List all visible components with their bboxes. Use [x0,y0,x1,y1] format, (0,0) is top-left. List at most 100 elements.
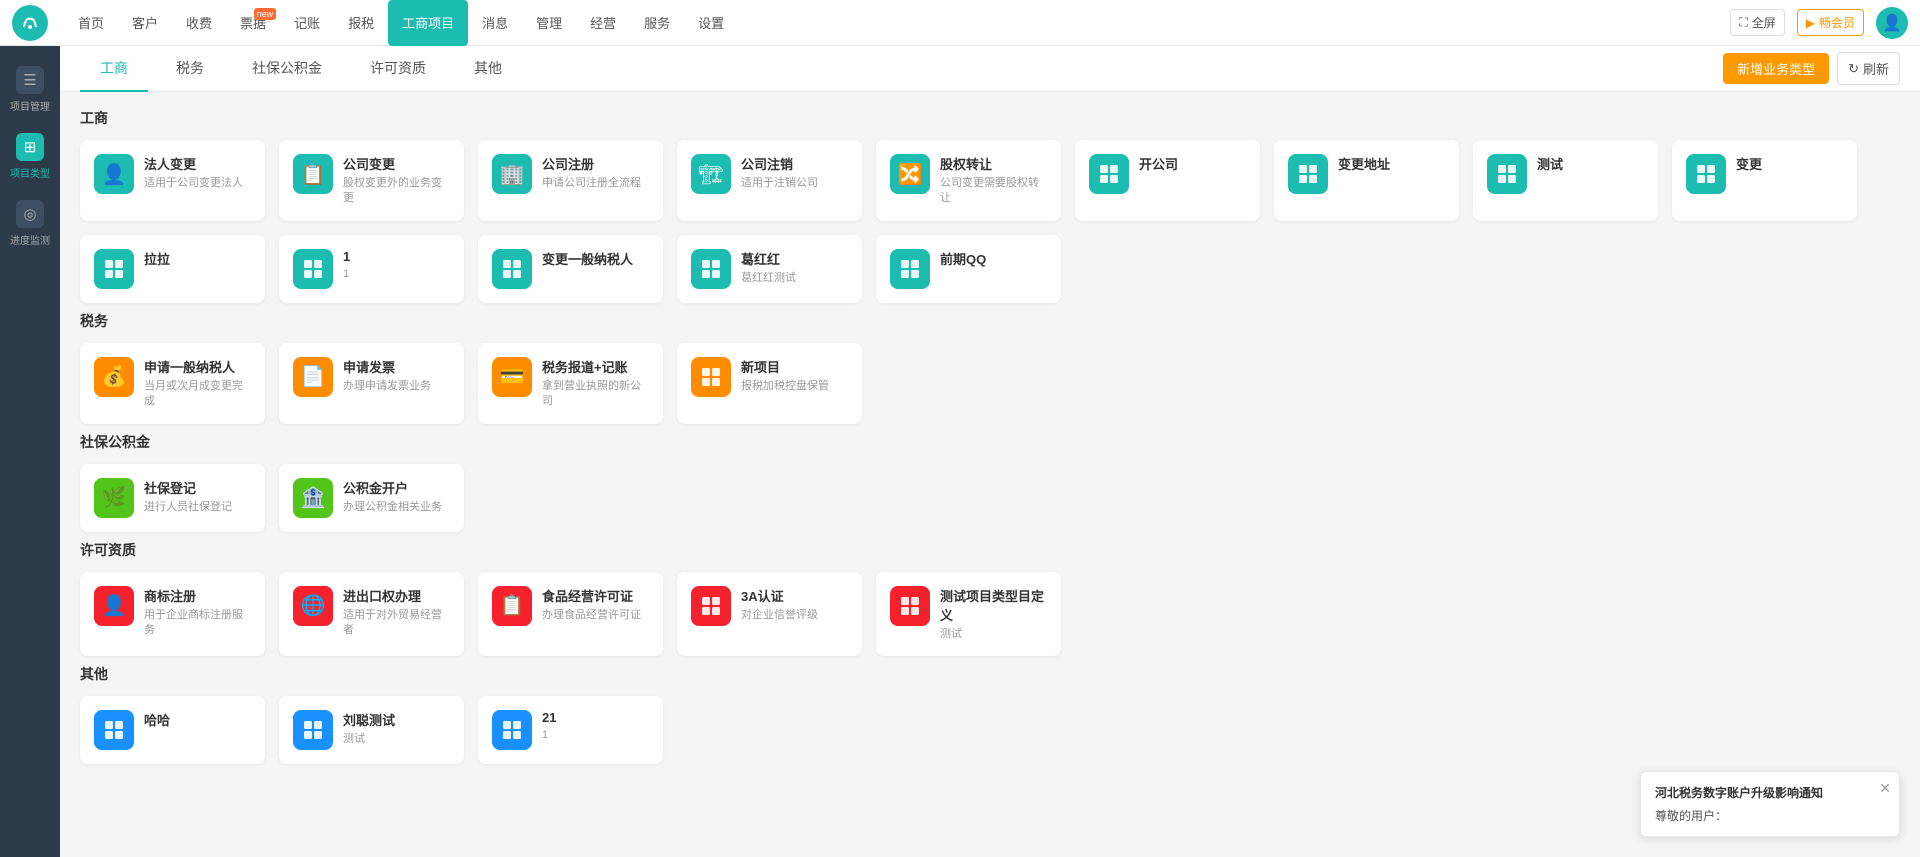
tab-qita[interactable]: 其他 [454,46,522,92]
card-info-legal-change: 法人变更适用于公司变更法人 [144,154,251,191]
nav-item-settings[interactable]: 设置 [684,0,738,46]
section-xuke: 许可资质👤商标注册用于企业商标注册服务🌐进出口权办理适用于对外贸易经营者📋食品经… [80,540,1900,656]
fullscreen-button[interactable]: ⛶ 全屏 [1730,9,1784,36]
nav-item-tax[interactable]: 报税 [334,0,388,46]
card-legal-change[interactable]: 👤法人变更适用于公司变更法人 [80,140,265,221]
card-desc-apply-invoice: 办理申请发票业务 [343,379,450,394]
nav-item-manage[interactable]: 管理 [522,0,576,46]
sidebar-item-project-manage[interactable]: ☰ 项目管理 [0,56,60,123]
nav-item-accounting[interactable]: 记账 [280,0,334,46]
tabs: 工商税务社保公积金许可资质其他 [80,46,530,92]
tab-xuke[interactable]: 许可资质 [350,46,446,92]
tab-shuiwu[interactable]: 税务 [156,46,224,92]
card-liu-ce-test[interactable]: 刘聪测试测试 [279,696,464,764]
card-food-license[interactable]: 📋食品经营许可证办理食品经营许可证 [478,572,663,656]
card-info-test: 测试 [1537,154,1644,176]
card-num21[interactable]: 211 [478,696,663,764]
card-icon-change-taxpayer [492,249,532,289]
card-change-address[interactable]: 变更地址 [1274,140,1459,221]
card-desc-ge-honghong: 葛红红测试 [741,271,848,286]
card-desc-apply-taxpayer: 当月或次月成变更完成 [144,379,251,410]
nav-item-billing[interactable]: 收费 [172,0,226,46]
card-name-apply-taxpayer: 申请一般纳税人 [144,357,251,376]
sidebar: ☰ 项目管理 ⊞ 项目类型 ◎ 进度监测 [0,46,60,857]
card-info-equity-transfer: 股权转让公司变更需要股权转让 [940,154,1047,207]
card-apply-taxpayer[interactable]: 💰申请一般纳税人当月或次月成变更完成 [80,343,265,424]
card-info-social-insurance: 社保登记进行人员社保登记 [144,478,251,515]
nav-item-tickets[interactable]: 票据new [226,0,280,46]
card-info-change2: 变更 [1736,154,1843,176]
sidebar-label-progress-monitor: 进度监测 [10,232,50,247]
card-name-change-taxpayer: 变更一般纳税人 [542,249,649,268]
nav-item-service[interactable]: 服务 [630,0,684,46]
sidebar-item-progress-monitor[interactable]: ◎ 进度监测 [0,190,60,257]
card-new-project[interactable]: 新项目报税加税控盘保管 [677,343,862,424]
card-desc-equity-transfer: 公司变更需要股权转让 [940,176,1047,207]
cards-grid-xuke: 👤商标注册用于企业商标注册服务🌐进出口权办理适用于对外贸易经营者📋食品经营许可证… [80,572,1900,656]
card-name-company-reg: 公司注册 [542,154,649,173]
card-change2[interactable]: 变更 [1672,140,1857,221]
card-name-lala: 拉拉 [144,249,251,268]
notification-close-button[interactable]: ✕ [1879,780,1891,797]
card-num1[interactable]: 11 [279,235,464,303]
card-name-trademark: 商标注册 [144,586,251,605]
nav-item-message[interactable]: 消息 [468,0,522,46]
card-company-cancel[interactable]: 🏗公司注销适用于注销公司 [677,140,862,221]
card-desc-3a-cert: 对企业信誉评级 [741,608,848,623]
card-name-change2: 变更 [1736,154,1843,173]
nav-item-bizproject[interactable]: 工商项目 [388,0,468,46]
card-info-change-address: 变更地址 [1338,154,1445,176]
card-housing-fund[interactable]: 🏦公积金开户办理公积金相关业务 [279,464,464,532]
card-company-change[interactable]: 📋公司变更股权变更外的业务变更 [279,140,464,221]
card-test[interactable]: 测试 [1473,140,1658,221]
card-icon-ha-ha [94,710,134,750]
card-social-insurance[interactable]: 🌿社保登记进行人员社保登记 [80,464,265,532]
card-3a-cert[interactable]: 3A认证对企业信誉评级 [677,572,862,656]
tab-shebao[interactable]: 社保公积金 [232,46,342,92]
card-tax-report-account[interactable]: 💳税务报道+记账拿到营业执照的新公司 [478,343,663,424]
card-open-company[interactable]: 开公司 [1075,140,1260,221]
card-apply-invoice[interactable]: 📄申请发票办理申请发票业务 [279,343,464,424]
sidebar-item-project-type[interactable]: ⊞ 项目类型 [0,123,60,190]
nav-item-home[interactable]: 首页 [64,0,118,46]
card-test-type[interactable]: 测试项目类型目定义测试 [876,572,1061,656]
card-import-export[interactable]: 🌐进出口权办理适用于对外贸易经营者 [279,572,464,656]
nav-item-operation[interactable]: 经营 [576,0,630,46]
card-info-open-company: 开公司 [1139,154,1246,176]
card-icon-num21 [492,710,532,750]
card-icon-housing-fund: 🏦 [293,478,333,518]
sidebar-icon-progress-monitor: ◎ [16,200,44,228]
card-name-test: 测试 [1537,154,1644,173]
avatar[interactable]: 👤 [1876,7,1908,39]
card-qianqi-qq[interactable]: 前期QQ [876,235,1061,303]
sidebar-label-project-manage: 项目管理 [10,98,50,113]
card-icon-qianqi-qq [890,249,930,289]
card-name-food-license: 食品经营许可证 [542,586,649,605]
tab-gongshang[interactable]: 工商 [80,46,148,92]
card-desc-company-change: 股权变更外的业务变更 [343,176,450,207]
new-type-button[interactable]: 新增业务类型 [1723,53,1829,84]
refresh-button[interactable]: ↻ 刷新 [1837,52,1900,85]
card-lala[interactable]: 拉拉 [80,235,265,303]
card-name-company-cancel: 公司注销 [741,154,848,173]
card-info-test-type: 测试项目类型目定义测试 [940,586,1047,642]
nav-item-clients[interactable]: 客户 [118,0,172,46]
card-desc-company-reg: 申请公司注册全流程 [542,176,649,191]
card-name-liu-ce-test: 刘聪测试 [343,710,450,729]
card-change-taxpayer[interactable]: 变更一般纳税人 [478,235,663,303]
section-gongshang: 工商👤法人变更适用于公司变更法人📋公司变更股权变更外的业务变更🏢公司注册申请公司… [80,108,1900,303]
card-desc-test-type: 测试 [940,627,1047,642]
card-ha-ha[interactable]: 哈哈 [80,696,265,764]
vip-button[interactable]: ▶ 畅会员 [1797,9,1864,36]
card-equity-transfer[interactable]: 🔀股权转让公司变更需要股权转让 [876,140,1061,221]
card-company-reg[interactable]: 🏢公司注册申请公司注册全流程 [478,140,663,221]
card-icon-tax-report-account: 💳 [492,357,532,397]
notification-popup: ✕ 河北税务数字账户升级影响通知 尊敬的用户： [1640,771,1900,837]
card-name-apply-invoice: 申请发票 [343,357,450,376]
tab-bar: 工商税务社保公积金许可资质其他 新增业务类型 ↻ 刷新 [60,46,1920,92]
card-trademark[interactable]: 👤商标注册用于企业商标注册服务 [80,572,265,656]
card-ge-honghong[interactable]: 葛红红葛红红测试 [677,235,862,303]
fullscreen-icon: ⛶ [1739,15,1747,30]
card-info-trademark: 商标注册用于企业商标注册服务 [144,586,251,639]
card-name-ha-ha: 哈哈 [144,710,251,729]
